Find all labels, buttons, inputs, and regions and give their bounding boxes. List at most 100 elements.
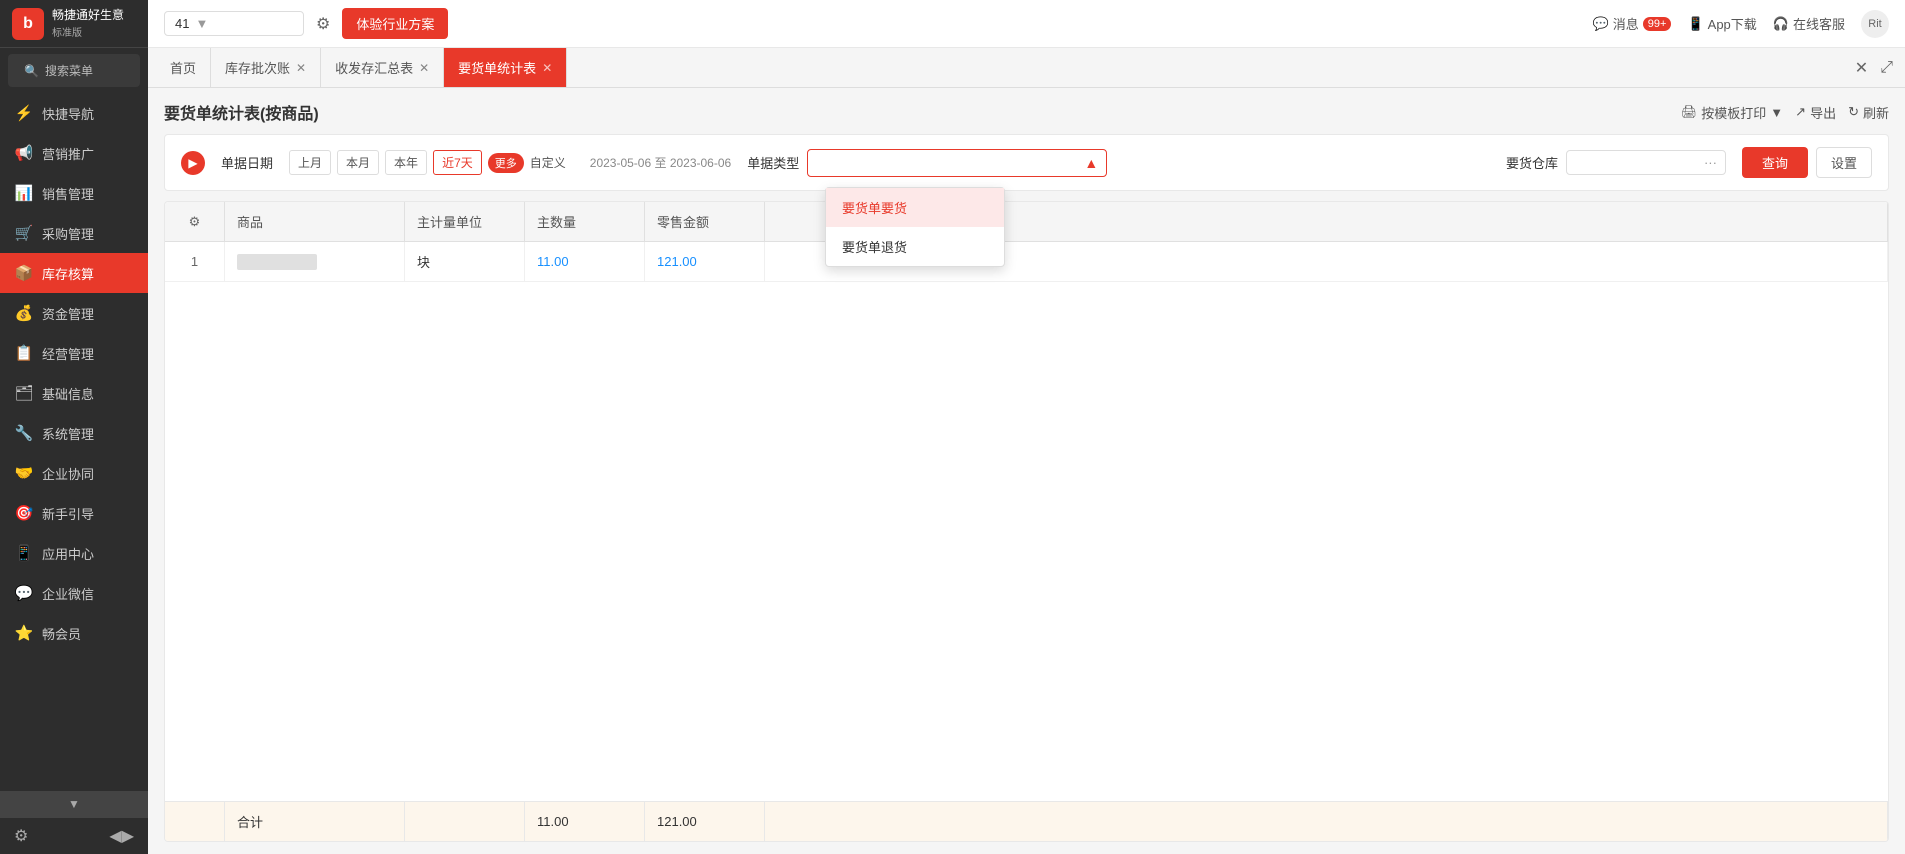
footer-empty-1 — [165, 802, 225, 841]
date-custom-btn[interactable]: 自定义 — [530, 154, 566, 171]
cell-unit-1: 块 — [405, 242, 525, 281]
sidebar-item-guide[interactable]: 🎯 新手引导 — [0, 493, 148, 533]
settings-gear-icon[interactable]: ⚙ — [14, 826, 28, 846]
tab-receive-summary[interactable]: 收发存汇总表 ✕ — [321, 48, 444, 87]
sidebar-item-wechat[interactable]: 💬 企业微信 — [0, 573, 148, 613]
refresh-btn[interactable]: ↻ 刷新 — [1848, 103, 1889, 122]
service-icon: 🎧 — [1773, 16, 1789, 32]
sidebar-item-system[interactable]: 🔧 系统管理 — [0, 413, 148, 453]
date-btn-last-month[interactable]: 上月 — [289, 150, 331, 175]
purchase-icon: 🛒 — [14, 223, 34, 243]
footer-label: 合计 — [225, 802, 405, 841]
sidebar-scroll-down[interactable]: ▼ — [0, 791, 148, 817]
refresh-icon: ↻ — [1848, 104, 1859, 120]
table-container: ⚙ 商品 主计量单位 主数量 零售金额 1 块 11.00 — [164, 201, 1889, 842]
tab-batch-account[interactable]: 库存批次账 ✕ — [211, 48, 321, 87]
sidebar-item-quick-nav[interactable]: ⚡ 快捷导航 — [0, 93, 148, 133]
topbar: 41 ▼ ⚙ 体验行业方案 💬 消息 99+ 📱 App下载 🎧 在线客服 Ri… — [148, 0, 1905, 48]
dropdown-item-order-goods[interactable]: 要货单要货 — [826, 188, 1004, 227]
app-download-btn[interactable]: 📱 App下载 — [1687, 14, 1756, 33]
col-header-amount: 零售金额 — [645, 202, 765, 241]
type-select-wrapper[interactable]: ▲ — [807, 149, 1107, 177]
tab-close-receive-summary[interactable]: ✕ — [419, 61, 429, 75]
sidebar-item-purchase[interactable]: 🛒 采购管理 — [0, 213, 148, 253]
tab-close-batch-account[interactable]: ✕ — [296, 61, 306, 75]
store-selector[interactable]: 41 ▼ — [164, 11, 304, 36]
chevron-down-icon: ▼ — [68, 797, 80, 811]
date-label: 单据日期 — [221, 153, 273, 172]
date-btn-7days[interactable]: 近7天 — [433, 150, 482, 175]
col-header-product: 商品 — [225, 202, 405, 241]
tab-home[interactable]: 首页 — [156, 48, 211, 87]
query-button[interactable]: 查询 — [1742, 147, 1808, 178]
sidebar-item-app-center[interactable]: 📱 应用中心 — [0, 533, 148, 573]
cooperation-icon: 🤝 — [14, 463, 34, 483]
settings-button[interactable]: 设置 — [1816, 147, 1872, 178]
footer-extra — [765, 802, 1888, 841]
user-avatar[interactable]: Rit — [1861, 10, 1889, 38]
app-center-icon: 📱 — [14, 543, 34, 563]
trial-button[interactable]: 体验行业方案 — [342, 8, 448, 39]
sidebar-collapse-icon[interactable]: ◀▶ — [109, 826, 134, 846]
topbar-settings-icon[interactable]: ⚙ — [316, 14, 330, 34]
message-btn[interactable]: 💬 消息 99+ — [1593, 14, 1672, 33]
table-body: 1 块 11.00 121.00 — [165, 242, 1888, 801]
dropdown-item-order-return[interactable]: 要货单退货 — [826, 227, 1004, 266]
tab-close-order-stats[interactable]: ✕ — [542, 61, 552, 75]
basic-info-icon: 🗂 — [14, 383, 34, 403]
sidebar-item-inventory[interactable]: 📦 库存核算 — [0, 253, 148, 293]
print-icon: 🖨 — [1681, 104, 1698, 120]
type-input[interactable] — [816, 155, 1084, 170]
print-btn[interactable]: 🖨 按模板打印 ▼ — [1681, 103, 1783, 122]
app-logo-icon: b — [12, 8, 44, 40]
topbar-left: 41 ▼ ⚙ 体验行业方案 — [164, 8, 448, 39]
filter-buttons: 查询 设置 — [1742, 147, 1872, 178]
inventory-icon: 📦 — [14, 263, 34, 283]
filter-collapse-btn[interactable]: ▶ — [181, 151, 205, 175]
sales-icon: 📊 — [14, 183, 34, 203]
app-download-icon: 📱 — [1687, 16, 1703, 32]
sidebar-item-operation[interactable]: 📋 经营管理 — [0, 333, 148, 373]
export-icon: ↗ — [1795, 104, 1806, 120]
filter-area: ▶ 单据日期 上月 本月 本年 近7天 更多 自定义 2023-05-06 至 … — [164, 134, 1889, 191]
date-btn-this-month[interactable]: 本月 — [337, 150, 379, 175]
tab-order-stats[interactable]: 要货单统计表 ✕ — [444, 48, 567, 87]
sidebar-item-sales[interactable]: 📊 销售管理 — [0, 173, 148, 213]
filter-row: ▶ 单据日期 上月 本月 本年 近7天 更多 自定义 2023-05-06 至 … — [181, 147, 1872, 178]
sidebar-item-marketing[interactable]: 📢 营销推广 — [0, 133, 148, 173]
footer-quantity: 11.00 — [525, 802, 645, 841]
tab-close-all-btn[interactable]: ✕ — [1851, 54, 1872, 82]
sidebar-item-member[interactable]: ⭐ 畅会员 — [0, 613, 148, 653]
wechat-icon: 💬 — [14, 583, 34, 603]
type-select-arrow-icon[interactable]: ▲ — [1084, 155, 1098, 171]
col-header-settings[interactable]: ⚙ — [165, 202, 225, 241]
page-title: 要货单统计表(按商品) — [164, 100, 319, 124]
warehouse-select[interactable]: ··· — [1566, 150, 1726, 175]
message-icon: 💬 — [1593, 16, 1609, 32]
type-dropdown: 要货单要货 要货单退货 — [825, 187, 1005, 267]
export-btn[interactable]: ↗ 导出 — [1795, 103, 1836, 122]
sidebar-nav: ⚡ 快捷导航 📢 营销推广 📊 销售管理 🛒 采购管理 📦 库存核算 💰 资金管… — [0, 93, 148, 791]
footer-amount: 121.00 — [645, 802, 765, 841]
table-settings-icon[interactable]: ⚙ — [189, 214, 201, 230]
sidebar-search-btn[interactable]: 🔍 搜索菜单 — [8, 54, 140, 87]
page-content: 要货单统计表(按商品) 🖨 按模板打印 ▼ ↗ 导出 ↻ 刷新 — [148, 88, 1905, 854]
sidebar-bottom: ⚙ ◀▶ — [0, 817, 148, 854]
date-btn-this-year[interactable]: 本年 — [385, 150, 427, 175]
print-arrow-icon: ▼ — [1770, 105, 1783, 120]
sidebar-item-finance[interactable]: 💰 资金管理 — [0, 293, 148, 333]
date-more-badge[interactable]: 更多 — [488, 153, 524, 173]
system-icon: 🔧 — [14, 423, 34, 443]
topbar-right: 💬 消息 99+ 📱 App下载 🎧 在线客服 Rit — [1593, 10, 1889, 38]
sidebar-item-basic-info[interactable]: 🗂 基础信息 — [0, 373, 148, 413]
tab-expand-btn[interactable]: ⤢ — [1876, 55, 1897, 81]
online-service-btn[interactable]: 🎧 在线客服 — [1773, 14, 1845, 33]
quick-nav-icon: ⚡ — [14, 103, 34, 123]
marketing-icon: 📢 — [14, 143, 34, 163]
sidebar-logo: b 畅捷通好生意 标准版 — [0, 0, 148, 48]
store-selector-arrow-icon: ▼ — [195, 16, 208, 31]
guide-icon: 🎯 — [14, 503, 34, 523]
sidebar-item-cooperation[interactable]: 🤝 企业协同 — [0, 453, 148, 493]
date-range-display: 2023-05-06 至 2023-06-06 — [590, 154, 731, 171]
cell-index-1: 1 — [165, 242, 225, 281]
